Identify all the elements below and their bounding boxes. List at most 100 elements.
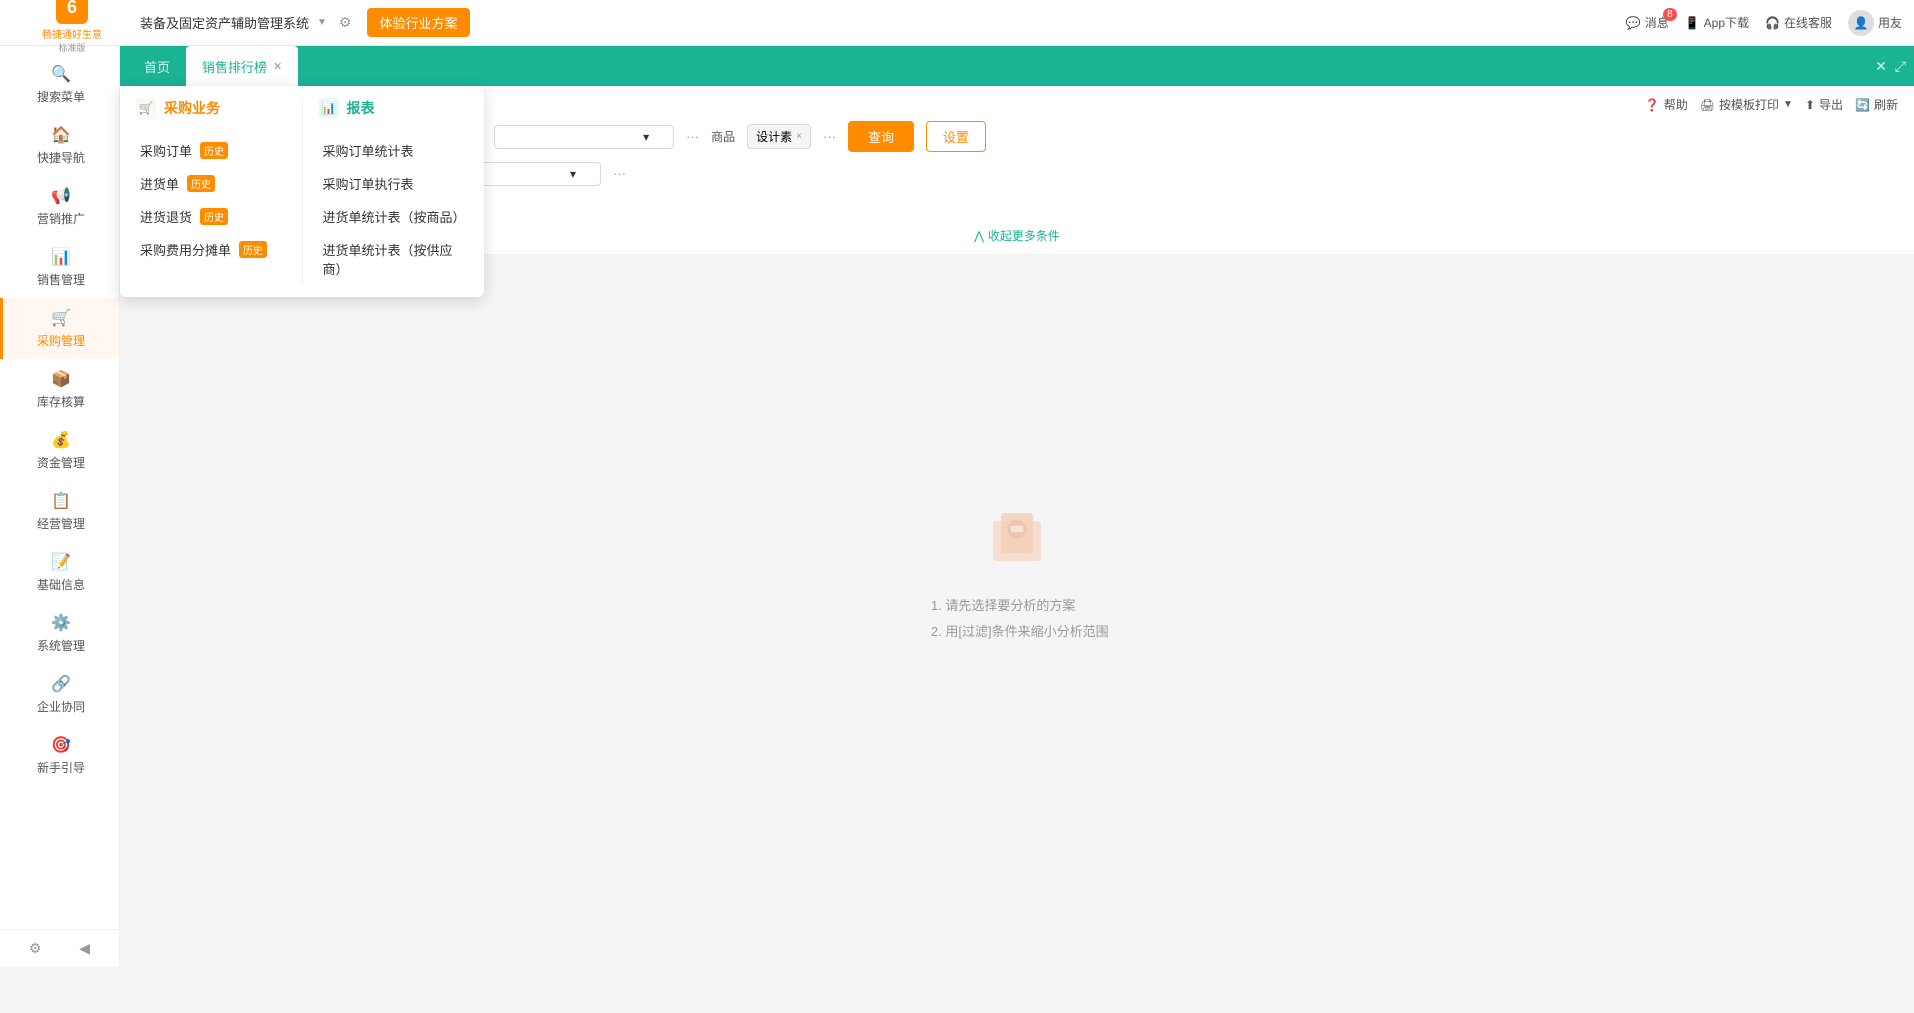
tab-window-buttons: ✕ ⤢: [1875, 58, 1906, 75]
collapse-button[interactable]: ⋀ 收起更多条件: [974, 227, 1060, 244]
phone-icon: 📱: [1685, 16, 1700, 30]
sidebar-label-inventory: 库存核算: [37, 393, 85, 410]
search-button[interactable]: 查询: [848, 121, 914, 152]
refresh-button[interactable]: 🔄 刷新: [1855, 96, 1898, 113]
salesperson-chevron-icon: ▾: [570, 167, 576, 181]
sidebar-label-operation: 经营管理: [37, 515, 85, 532]
settings-icon[interactable]: ⚙: [29, 940, 42, 957]
goods-more-dots[interactable]: ···: [823, 129, 836, 144]
logo-sub: 标准版: [58, 41, 85, 54]
dropdown-item-incoming[interactable]: 进货单 历史: [136, 167, 286, 200]
goods-label: 商品: [711, 128, 735, 145]
close-window-icon[interactable]: ✕: [1875, 58, 1887, 75]
avatar: 👤: [1848, 10, 1874, 36]
procurement-business-col: 🛒 采购业务 采购订单 历史 进货单 历史 进货退货 历史 采购费用分摊单 历史: [120, 98, 303, 285]
finance-icon: 💰: [51, 430, 71, 450]
history-badge-purchase-order: 历史: [200, 142, 228, 159]
sidebar-item-operation[interactable]: 📋 经营管理: [0, 481, 119, 542]
messages-button[interactable]: 💬 8 消息: [1626, 14, 1669, 31]
sidebar-item-quick[interactable]: 🏠 快捷导航: [0, 115, 119, 176]
sidebar-label-procurement: 采购管理: [37, 332, 85, 349]
logo-area: 6 畅捷通好生意 标准版: [12, 0, 132, 54]
gear-icon[interactable]: ⚙: [339, 14, 352, 31]
dropdown-item-incoming-by-goods[interactable]: 进货单统计表（按商品）: [319, 200, 469, 233]
sidebar-item-procurement[interactable]: 🛒 采购管理: [0, 298, 119, 359]
report-header: 📊 报表: [319, 98, 469, 124]
procurement-dropdown: 🛒 采购业务 采购订单 历史 进货单 历史 进货退货 历史 采购费用分摊单 历史: [120, 86, 484, 297]
status-more-dots[interactable]: ···: [686, 129, 699, 144]
maximize-icon[interactable]: ⤢: [1895, 58, 1906, 75]
sidebar-bottom: ⚙ ◀: [0, 929, 119, 967]
sales-icon: 📊: [51, 247, 71, 267]
print-icon: 🖨: [1700, 98, 1715, 112]
sidebar-item-sales[interactable]: 📊 销售管理: [0, 237, 119, 298]
tab-home[interactable]: 首页: [128, 46, 186, 86]
logo-text: 畅捷通好生意: [42, 26, 102, 41]
tag-close-icon[interactable]: ×: [796, 131, 802, 142]
sidebar-item-marketing[interactable]: 📢 营销推广: [0, 176, 119, 237]
sidebar-item-guide[interactable]: 🎯 新手引导: [0, 725, 119, 786]
salesperson-more-dots[interactable]: ···: [613, 166, 626, 181]
enterprise-icon: 🔗: [51, 674, 71, 694]
export-button[interactable]: ⬆ 导出: [1805, 96, 1843, 113]
sidebar-item-search[interactable]: 🔍 搜索菜单: [0, 54, 119, 115]
dropdown-item-expense[interactable]: 采购费用分摊单 历史: [136, 233, 286, 266]
goods-tag: 设计素 ×: [747, 124, 811, 149]
export-icon: ⬆: [1805, 98, 1815, 112]
sidebar-label-basic: 基础信息: [37, 576, 85, 593]
sidebar-item-system[interactable]: ⚙️ 系统管理: [0, 603, 119, 664]
basic-icon: 📝: [51, 552, 71, 572]
message-icon: 💬: [1626, 16, 1641, 30]
guide-icon: 🎯: [51, 735, 71, 755]
empty-tips: 请先选择要分析的方案 用[过滤]条件来缩小分析范围: [925, 593, 1108, 645]
dropdown-item-purchase-order[interactable]: 采购订单 历史: [136, 134, 286, 167]
set-button[interactable]: 设置: [926, 121, 986, 152]
report-header-icon: 📊: [319, 98, 339, 118]
industry-button[interactable]: 体验行业方案: [367, 8, 469, 37]
print-arrow-icon: ▼: [1783, 99, 1793, 110]
system-title-arrow-icon[interactable]: ▼: [317, 17, 327, 28]
dropdown-item-purchase-exec[interactable]: 采购订单执行表: [319, 167, 469, 200]
search-icon: 🔍: [51, 64, 71, 84]
sidebar-label-enterprise: 企业协同: [37, 698, 85, 715]
help-icon: ❓: [1645, 98, 1660, 112]
empty-state: 请先选择要分析的方案 用[过滤]条件来缩小分析范围: [120, 255, 1914, 967]
operation-icon: 📋: [51, 491, 71, 511]
history-badge-expense: 历史: [239, 241, 267, 258]
sidebar-item-enterprise[interactable]: 🔗 企业协同: [0, 664, 119, 725]
system-icon: ⚙️: [51, 613, 71, 633]
sidebar-item-finance[interactable]: 💰 资金管理: [0, 420, 119, 481]
sidebar-label-search: 搜索菜单: [37, 88, 85, 105]
procurement-business-header: 🛒 采购业务: [136, 98, 286, 124]
collapse-icon[interactable]: ◀: [79, 940, 90, 957]
sidebar-label-quick: 快捷导航: [37, 149, 85, 166]
dropdown-item-return[interactable]: 进货退货 历史: [136, 200, 286, 233]
tab-sales-rank[interactable]: 销售排行榜 ✕: [186, 46, 298, 86]
empty-illustration: [977, 497, 1057, 577]
status-select[interactable]: ▾: [494, 125, 674, 149]
app-download-button[interactable]: 📱 App下载: [1685, 14, 1749, 31]
headset-icon: 🎧: [1765, 16, 1780, 30]
notification-badge: 8: [1663, 8, 1677, 21]
user-menu[interactable]: 👤 用友: [1848, 10, 1902, 36]
sidebar-label-sales: 销售管理: [37, 271, 85, 288]
top-right: 💬 8 消息 📱 App下载 🎧 在线客服 👤 用友: [1626, 10, 1902, 36]
tab-bar: 首页 销售排行榜 ✕ ✕ ⤢: [120, 46, 1914, 86]
top-bar: 6 畅捷通好生意 标准版 装备及固定资产辅助管理系统 ▼ ⚙ 体验行业方案 💬 …: [0, 0, 1914, 46]
sidebar-item-inventory[interactable]: 📦 库存核算: [0, 359, 119, 420]
report-col: 📊 报表 采购订单统计表 采购订单执行表 进货单统计表（按商品） 进货单统计表（…: [303, 98, 485, 285]
sidebar-label-finance: 资金管理: [37, 454, 85, 471]
help-button[interactable]: ❓ 帮助: [1645, 96, 1688, 113]
dropdown-item-incoming-by-supplier[interactable]: 进货单统计表（按供应商）: [319, 233, 469, 285]
online-service-button[interactable]: 🎧 在线客服: [1765, 14, 1832, 31]
print-button[interactable]: 🖨 按模板打印 ▼: [1700, 96, 1793, 113]
system-title: 装备及固定资产辅助管理系统 ▼ ⚙ 体验行业方案: [140, 8, 1626, 37]
sidebar-label-guide: 新手引导: [37, 759, 85, 776]
tab-close-icon[interactable]: ✕: [273, 60, 282, 73]
system-title-text: 装备及固定资产辅助管理系统: [140, 13, 309, 32]
history-badge-incoming: 历史: [187, 175, 215, 192]
sidebar-item-basic[interactable]: 📝 基础信息: [0, 542, 119, 603]
procurement-icon: 🛒: [51, 308, 71, 328]
sidebar-label-system: 系统管理: [37, 637, 85, 654]
dropdown-item-purchase-stat[interactable]: 采购订单统计表: [319, 134, 469, 167]
